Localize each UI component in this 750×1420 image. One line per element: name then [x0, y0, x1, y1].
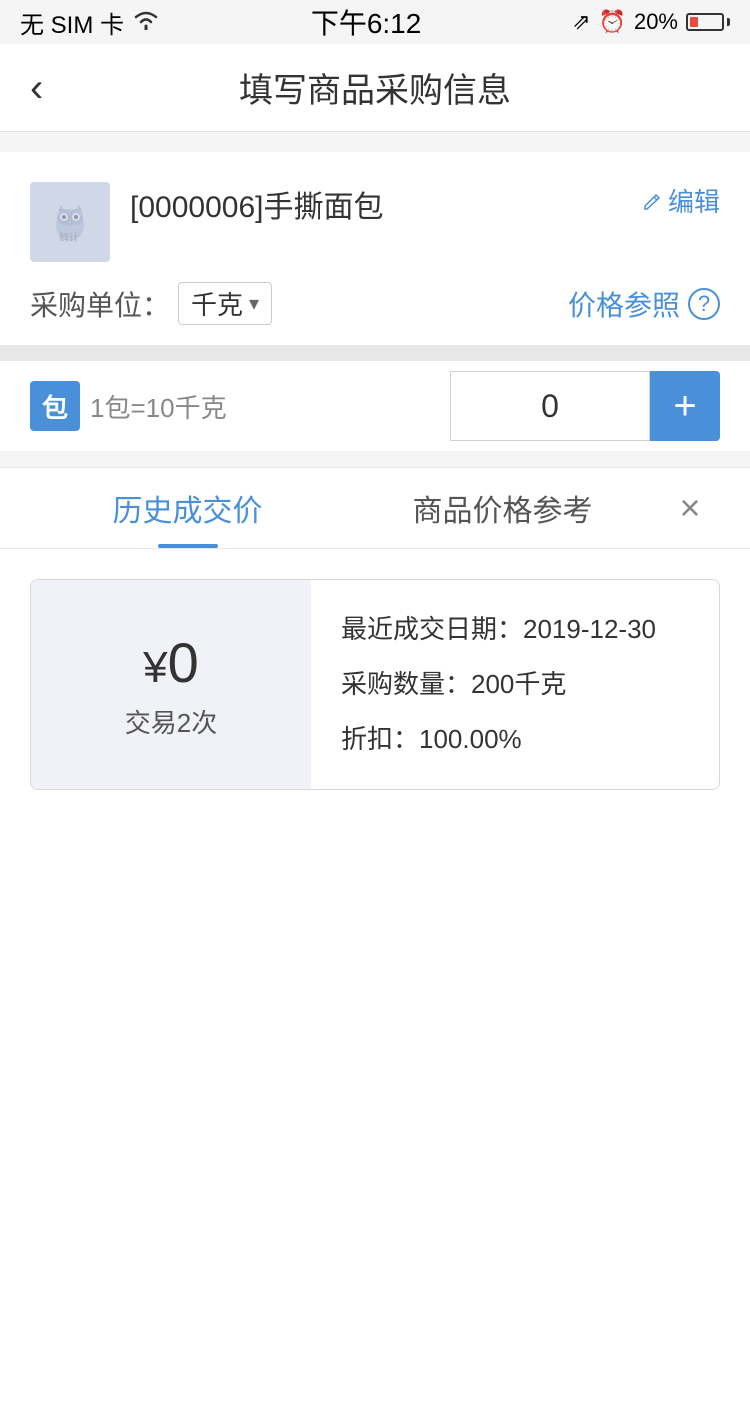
product-left: 鲜计 [0000006]手撕面包	[30, 182, 383, 262]
back-button[interactable]: ‹	[30, 68, 43, 108]
unit-selector-area: 采购单位： 千克 ▾	[30, 282, 272, 325]
battery-icon	[686, 13, 730, 31]
wifi-icon	[132, 8, 160, 37]
tab-underline	[158, 544, 218, 548]
latest-date-row: 最近成交日期：2019-12-30	[341, 610, 689, 649]
help-icon: ?	[688, 288, 720, 320]
quantity-unit-info: 包 1包=10千克	[30, 381, 227, 431]
product-header: 鲜计 [0000006]手撕面包 编辑	[30, 182, 720, 262]
price-card-container: ¥0 交易2次 最近成交日期：2019-12-30 采购数量：200千克 折扣：…	[0, 549, 750, 820]
bottom-panel: 历史成交价 商品价格参考 × ¥0 交易2次 最近成交日期：2019-12-30	[0, 467, 750, 820]
dropdown-arrow-icon: ▾	[249, 291, 259, 316]
nav-bar: ‹ 填写商品采购信息	[0, 44, 750, 132]
unit-select[interactable]: 千克 ▾	[178, 282, 272, 325]
close-button[interactable]: ×	[660, 478, 720, 538]
transaction-count: 交易2次	[125, 703, 217, 740]
status-left: 无 SIM 卡	[20, 5, 160, 40]
product-image: 鲜计	[45, 197, 95, 247]
price-ref-button[interactable]: 价格参照 ?	[568, 284, 720, 324]
product-info: [0000006]手撕面包	[130, 182, 383, 230]
price-card-right: 最近成交日期：2019-12-30 采购数量：200千克 折扣：100.00%	[311, 580, 719, 789]
edit-button[interactable]: 编辑	[642, 182, 720, 219]
section-divider	[0, 345, 750, 361]
discount-row: 折扣：100.00%	[341, 720, 689, 759]
product-thumbnail: 鲜计	[30, 182, 110, 262]
tab-row: 历史成交价 商品价格参考 ×	[0, 468, 750, 549]
unit-label: 采购单位：	[30, 284, 170, 324]
edit-icon	[642, 190, 664, 212]
svg-text:鲜计: 鲜计	[59, 231, 79, 244]
purchase-qty-row: 采购数量：200千克	[341, 665, 689, 704]
price-display: ¥0	[143, 630, 199, 695]
product-section: 鲜计 [0000006]手撕面包 编辑 采购单位： 千克 ▾	[0, 152, 750, 345]
status-bar: 无 SIM 卡 下午6:12 ⇗ ⏰ 20%	[0, 0, 750, 44]
unit-box: 包	[30, 381, 80, 431]
tab-history-price[interactable]: 历史成交价	[30, 468, 345, 548]
product-code-name: [0000006]手撕面包	[130, 182, 383, 226]
location-icon: ⇗	[572, 9, 590, 35]
tab-price-reference[interactable]: 商品价格参考	[345, 468, 660, 548]
time-display: 下午6:12	[311, 2, 422, 42]
status-right: ⇗ ⏰ 20%	[572, 9, 730, 35]
unit-conversion: 1包=10千克	[90, 388, 227, 425]
price-card: ¥0 交易2次 最近成交日期：2019-12-30 采购数量：200千克 折扣：…	[30, 579, 720, 790]
quantity-input-area: 0 +	[450, 371, 720, 441]
product-unit-row: 采购单位： 千克 ▾ 价格参照 ?	[30, 282, 720, 325]
page-background	[0, 820, 750, 1420]
quantity-section: 包 1包=10千克 0 +	[0, 361, 750, 451]
alarm-icon: ⏰	[599, 9, 626, 35]
quantity-plus-button[interactable]: +	[650, 371, 720, 441]
price-card-left: ¥0 交易2次	[31, 580, 311, 789]
battery-percentage: 20%	[634, 9, 678, 35]
page-title: 填写商品采购信息	[239, 63, 511, 112]
network-label: 无 SIM 卡	[20, 5, 124, 40]
quantity-input[interactable]: 0	[450, 371, 650, 441]
